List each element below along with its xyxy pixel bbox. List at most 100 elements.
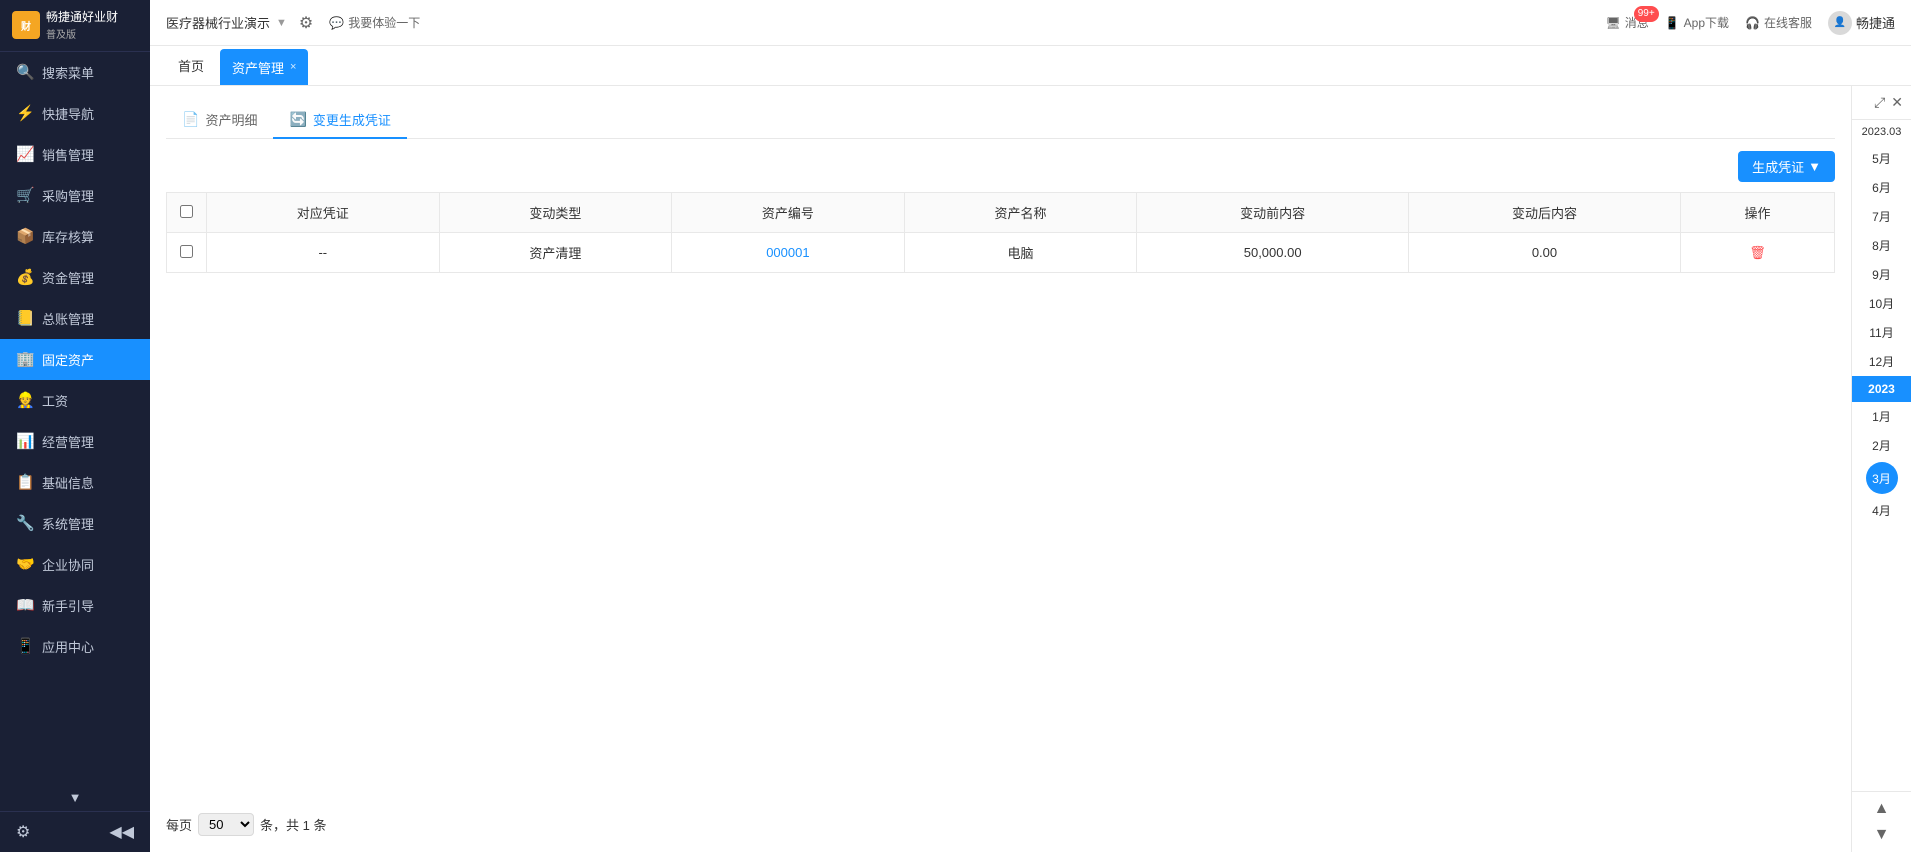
fixed-assets-icon: 🏢: [16, 350, 34, 368]
sidebar-item-search[interactable]: 🔍 搜索菜单: [0, 52, 150, 93]
change-icon: 🔄: [289, 111, 306, 128]
sidebar-item-label: 经营管理: [42, 432, 94, 451]
sidebar-item-operations[interactable]: 📊 经营管理: [0, 421, 150, 462]
month-item-active[interactable]: 3月: [1866, 462, 1898, 494]
top-header: 医疗器械行业演示 ▼ ⚙ 💬 我要体验一下 🖥 消息 99+ 📱 App下载 🎧…: [150, 0, 1911, 46]
sidebar-item-purchase[interactable]: 🛒 采购管理: [0, 175, 150, 216]
content-area: 📄 资产明细 🔄 变更生成凭证 生成凭证 ▼: [150, 86, 1911, 852]
delete-row-button[interactable]: 🗑: [1749, 245, 1766, 260]
sidebar-item-label: 企业协同: [42, 555, 94, 574]
tab-bar: 首页 资产管理 ×: [150, 46, 1911, 86]
data-table-wrap: 对应凭证 变动类型 资产编号 资产名称 变动前内容 变动后内容 操作: [166, 192, 1835, 801]
month-item[interactable]: 8月: [1852, 231, 1911, 260]
sidebar-item-inventory[interactable]: 📦 库存核算: [0, 216, 150, 257]
total-count: 条，共 1 条: [260, 815, 326, 834]
month-item[interactable]: 6月: [1852, 173, 1911, 202]
sidebar-item-finance[interactable]: 💰 资金管理: [0, 257, 150, 298]
basic-info-icon: 📋: [16, 473, 34, 491]
sidebar-item-label: 总账管理: [42, 309, 94, 328]
chevron-down-icon: ▼: [69, 790, 82, 805]
right-panel-header: ⤢ ✕: [1852, 86, 1911, 120]
collapse-icon[interactable]: ◀◀: [109, 822, 134, 842]
row-checkbox-cell: [167, 233, 207, 273]
enterprise-icon: 🤝: [16, 555, 34, 573]
message-icon: 🖥: [1605, 16, 1620, 30]
col-header-action: 操作: [1680, 193, 1834, 233]
per-page-select[interactable]: 50 10 20 100: [198, 813, 254, 836]
sidebar-item-label: 系统管理: [42, 514, 94, 533]
user-menu[interactable]: 👤 畅捷通: [1828, 11, 1895, 35]
month-item[interactable]: 12月: [1852, 347, 1911, 376]
expand-icon[interactable]: ⤢: [1874, 94, 1885, 111]
logo-icon: 财: [12, 11, 40, 39]
sidebar-item-enterprise[interactable]: 🤝 企业协同: [0, 544, 150, 585]
col-header-asset-no: 资产编号: [672, 193, 905, 233]
sidebar-item-label: 固定资产: [42, 350, 94, 369]
generate-voucher-button[interactable]: 生成凭证 ▼: [1738, 151, 1835, 182]
sidebar-item-payroll[interactable]: 👷 工资: [0, 380, 150, 421]
document-icon: 📄: [182, 111, 199, 128]
cell-before: 50,000.00: [1137, 233, 1409, 273]
experience-button[interactable]: 💬 我要体验一下: [329, 14, 420, 31]
month-item[interactable]: 7月: [1852, 202, 1911, 231]
right-panel-bottom: ▲ ▼: [1852, 791, 1911, 852]
sidebar-item-label: 库存核算: [42, 227, 94, 246]
sidebar-item-label: 搜索菜单: [42, 63, 94, 82]
quick-nav-icon: ⚡: [16, 104, 34, 122]
right-date-panel: ⤢ ✕ 2023.03 5月 6月 7月 8月 9月 10月 11月 12月 2…: [1851, 86, 1911, 852]
sidebar-item-basic-info[interactable]: 📋 基础信息: [0, 462, 150, 503]
month-item[interactable]: 11月: [1852, 318, 1911, 347]
panel-nav-up[interactable]: ▲: [1872, 798, 1892, 820]
sidebar-item-guide[interactable]: 📖 新手引导: [0, 585, 150, 626]
select-all-checkbox[interactable]: [180, 205, 193, 218]
app-download-label: App下载: [1684, 14, 1729, 31]
year-label-2023[interactable]: 2023: [1852, 376, 1911, 402]
tab-home[interactable]: 首页: [166, 48, 216, 85]
company-selector[interactable]: 医疗器械行业演示 ▼: [166, 13, 287, 32]
chat-icon: 💬: [329, 16, 344, 30]
operations-icon: 📊: [16, 432, 34, 450]
active-tab-label: 资产管理: [232, 58, 284, 77]
month-item[interactable]: 5月: [1852, 144, 1911, 173]
sub-tab-label: 资产明细: [205, 110, 257, 129]
month-item[interactable]: 9月: [1852, 260, 1911, 289]
sidebar-nav: 🔍 搜索菜单 ⚡ 快捷导航 📈 销售管理 🛒 采购管理 📦 库存核算 💰 资金管…: [0, 52, 150, 784]
cell-voucher: --: [207, 233, 440, 273]
sidebar-item-system[interactable]: 🔧 系统管理: [0, 503, 150, 544]
month-item[interactable]: 10月: [1852, 289, 1911, 318]
sidebar-item-label: 快捷导航: [42, 104, 94, 123]
tab-asset-management[interactable]: 资产管理 ×: [220, 49, 308, 85]
table-row: -- 资产清理 000001 电脑 50,000.00 0.00 🗑: [167, 233, 1835, 273]
sidebar-item-label: 采购管理: [42, 186, 94, 205]
close-panel-icon[interactable]: ✕: [1891, 94, 1903, 111]
month-item[interactable]: 1月: [1852, 402, 1911, 431]
sidebar-scroll-down[interactable]: ▼: [0, 784, 150, 811]
settings-icon[interactable]: ⚙: [16, 822, 30, 842]
app-edition: 普及版: [46, 26, 118, 41]
sidebar-item-ledger[interactable]: 📒 总账管理: [0, 298, 150, 339]
inventory-icon: 📦: [16, 227, 34, 245]
sub-tab-change-generate[interactable]: 🔄 变更生成凭证: [273, 102, 406, 139]
panel-nav-down[interactable]: ▼: [1872, 824, 1892, 846]
messages-button[interactable]: 🖥 消息 99+: [1605, 14, 1648, 31]
month-item[interactable]: 2月: [1852, 431, 1911, 460]
sidebar-item-quick-nav[interactable]: ⚡ 快捷导航: [0, 93, 150, 134]
sidebar-item-label: 新手引导: [42, 596, 94, 615]
home-tab-label: 首页: [178, 59, 204, 74]
header-settings-icon[interactable]: ⚙: [299, 13, 313, 33]
sidebar-item-app-center[interactable]: 📱 应用中心: [0, 626, 150, 667]
col-header-after: 变动后内容: [1409, 193, 1681, 233]
month-item[interactable]: 4月: [1852, 496, 1911, 525]
sidebar-item-sales[interactable]: 📈 销售管理: [0, 134, 150, 175]
ledger-icon: 📒: [16, 309, 34, 327]
sidebar-item-fixed-assets[interactable]: 🏢 固定资产: [0, 339, 150, 380]
experience-label: 我要体验一下: [348, 14, 420, 31]
tab-close-icon[interactable]: ×: [290, 61, 296, 73]
row-checkbox[interactable]: [180, 245, 193, 258]
sidebar-item-label: 基础信息: [42, 473, 94, 492]
online-service-button[interactable]: 🎧 在线客服: [1745, 14, 1812, 31]
sidebar-item-label: 工资: [42, 391, 68, 410]
sub-tab-asset-detail[interactable]: 📄 资产明细: [166, 102, 273, 139]
app-download-button[interactable]: 📱 App下载: [1665, 14, 1729, 31]
month-list: 5月 6月 7月 8月 9月 10月 11月 12月 2023 1月 2月 3月…: [1852, 144, 1911, 791]
